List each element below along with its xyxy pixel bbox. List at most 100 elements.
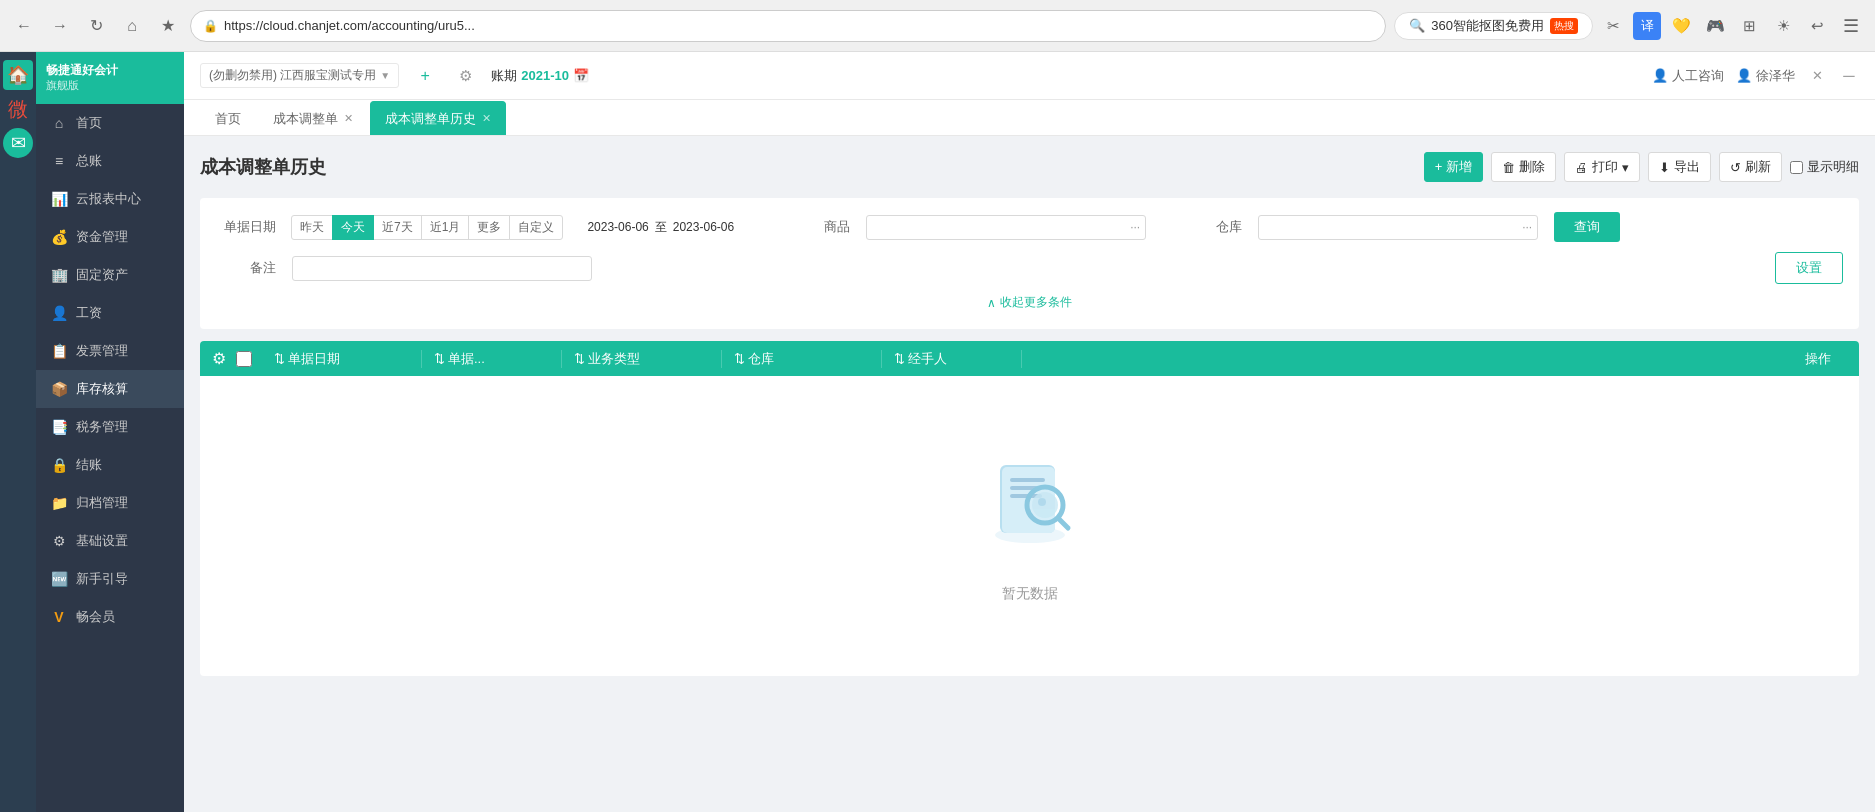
game-icon[interactable]: 🎮 <box>1701 12 1729 40</box>
icon-bar-active[interactable]: ✉ <box>3 128 33 158</box>
warehouse-input[interactable] <box>1258 215 1538 240</box>
new-button[interactable]: + 新增 <box>1424 152 1483 182</box>
period-label: 账期 <box>491 67 517 85</box>
th-type[interactable]: ⇅ 业务类型 <box>562 350 722 368</box>
display-cols-label: 显示明细 <box>1807 158 1859 176</box>
settings-gear-icon[interactable]: ⚙ <box>451 62 479 90</box>
goods-input[interactable] <box>866 215 1146 240</box>
reload-button[interactable]: ↻ <box>82 12 110 40</box>
select-all-checkbox[interactable] <box>236 351 252 367</box>
sidebar-item-reports[interactable]: 📊 云报表中心 <box>36 180 184 218</box>
user-service-button[interactable]: 👤 人工咨询 <box>1652 67 1724 85</box>
top-bar: (勿删勿禁用) 江西服宝测试专用 ▼ + ⚙ 账期 2021-10 📅 👤 人工… <box>184 52 1875 100</box>
query-button[interactable]: 查询 <box>1554 212 1620 242</box>
th-ops: 操作 <box>1789 350 1847 368</box>
delete-button[interactable]: 🗑 删除 <box>1491 152 1556 182</box>
home-button[interactable]: ⌂ <box>118 12 146 40</box>
setting-button[interactable]: 设置 <box>1775 252 1843 284</box>
sidebar-item-label-ledger: 总账 <box>76 152 102 170</box>
tab-label-cost-adjust: 成本调整单 <box>273 110 338 128</box>
search-bar[interactable]: 🔍 360智能抠图免费用 热搜 <box>1394 12 1593 40</box>
page-content: 成本调整单历史 + 新增 🗑 删除 🖨 打印 ▾ ⬇ 导出 <box>184 136 1875 812</box>
collapse-btn[interactable]: ∧ 收起更多条件 <box>987 294 1072 311</box>
tab-close-cost-adjust[interactable]: ✕ <box>344 112 353 125</box>
date-btn-custom[interactable]: 自定义 <box>509 215 563 240</box>
remark-filter-label: 备注 <box>216 259 276 277</box>
th-number[interactable]: ⇅ 单据... <box>422 350 562 368</box>
sort-icon-number: ⇅ <box>434 351 445 366</box>
logo-sub: 旗舰版 <box>46 78 79 93</box>
tab-home[interactable]: 首页 <box>200 101 256 135</box>
back-button[interactable]: ← <box>10 12 38 40</box>
th-number-label: 单据... <box>448 350 485 368</box>
svg-point-7 <box>1032 492 1058 518</box>
tab-cost-adjust-history[interactable]: 成本调整单历史 ✕ <box>370 101 506 135</box>
th-warehouse[interactable]: ⇅ 仓库 <box>722 350 882 368</box>
tab-label-cost-adjust-history: 成本调整单历史 <box>385 110 476 128</box>
sidebar-item-settings[interactable]: ⚙ 基础设置 <box>36 522 184 560</box>
sidebar-item-tax[interactable]: 📑 税务管理 <box>36 408 184 446</box>
grid-icon[interactable]: ⊞ <box>1735 12 1763 40</box>
tab-close-cost-adjust-history[interactable]: ✕ <box>482 112 491 125</box>
sidebar-item-label-fixed-assets: 固定资产 <box>76 266 128 284</box>
icon-bar-weibo[interactable]: 微 <box>3 94 33 124</box>
date-btn-more[interactable]: 更多 <box>468 215 510 240</box>
refresh-button[interactable]: ↺ 刷新 <box>1719 152 1782 182</box>
home-icon: ⌂ <box>50 115 68 131</box>
date-range-start: 2023-06-06 <box>587 220 648 234</box>
table-settings-icon[interactable]: ⚙ <box>212 349 226 368</box>
goods-select-wrap[interactable] <box>866 215 1146 240</box>
scissors-icon[interactable]: ✂ <box>1599 12 1627 40</box>
sidebar-item-invoice[interactable]: 📋 发票管理 <box>36 332 184 370</box>
url-bar[interactable]: 🔒 https://cloud.chanjet.com/accounting/u… <box>190 10 1386 42</box>
date-btn-yesterday[interactable]: 昨天 <box>291 215 333 240</box>
print-button[interactable]: 🖨 打印 ▾ <box>1564 152 1640 182</box>
calendar-icon[interactable]: 📅 <box>573 68 589 83</box>
sidebar-item-funds[interactable]: 💰 资金管理 <box>36 218 184 256</box>
wallet-icon[interactable]: 💛 <box>1667 12 1695 40</box>
bookmark-button[interactable]: ★ <box>154 12 182 40</box>
forward-button[interactable]: → <box>46 12 74 40</box>
export-button[interactable]: ⬇ 导出 <box>1648 152 1711 182</box>
sidebar-item-fixed-assets[interactable]: 🏢 固定资产 <box>36 256 184 294</box>
window-close-button[interactable]: ✕ <box>1807 66 1827 86</box>
translate-icon[interactable]: 译 <box>1633 12 1661 40</box>
sidebar-item-inventory[interactable]: 📦 库存核算 <box>36 370 184 408</box>
top-bar-left: (勿删勿禁用) 江西服宝测试专用 ▼ + ⚙ 账期 2021-10 📅 <box>200 62 589 90</box>
date-btn-today[interactable]: 今天 <box>332 215 374 240</box>
th-type-label: 业务类型 <box>588 350 640 368</box>
sidebar-item-home[interactable]: ⌂ 首页 <box>36 104 184 142</box>
brightness-icon[interactable]: ☀ <box>1769 12 1797 40</box>
print-icon: 🖨 <box>1575 160 1588 175</box>
warehouse-select-wrap[interactable] <box>1258 215 1538 240</box>
logo-title: 畅捷通好会计 <box>46 63 118 79</box>
payroll-icon: 👤 <box>50 305 68 321</box>
th-date[interactable]: ⇅ 单据日期 <box>262 350 422 368</box>
date-btn-7days[interactable]: 近7天 <box>373 215 422 240</box>
menu-icon[interactable]: ☰ <box>1837 12 1865 40</box>
user-profile-button[interactable]: 👤 徐泽华 <box>1736 67 1795 85</box>
add-account-button[interactable]: + <box>411 62 439 90</box>
sidebar-item-archive[interactable]: 📁 归档管理 <box>36 484 184 522</box>
display-cols-checkbox-wrap[interactable]: 显示明细 <box>1790 158 1859 176</box>
date-btn-1month[interactable]: 近1月 <box>421 215 470 240</box>
sidebar-item-guide[interactable]: 🆕 新手引导 <box>36 560 184 598</box>
sidebar-item-payroll[interactable]: 👤 工资 <box>36 294 184 332</box>
tab-cost-adjust[interactable]: 成本调整单 ✕ <box>258 101 368 135</box>
sidebar-item-label-member: 畅会员 <box>76 608 115 626</box>
filter-row-date: 单据日期 昨天 今天 近7天 近1月 更多 自定义 2023-06-06 至 2… <box>216 212 1843 242</box>
sidebar-item-label-settings: 基础设置 <box>76 532 128 550</box>
display-cols-checkbox[interactable] <box>1790 161 1803 174</box>
remark-input[interactable] <box>292 256 592 281</box>
th-handler[interactable]: ⇅ 经手人 <box>882 350 1022 368</box>
sidebar-item-ledger[interactable]: ≡ 总账 <box>36 142 184 180</box>
account-selector[interactable]: (勿删勿禁用) 江西服宝测试专用 ▼ <box>200 63 399 88</box>
icon-bar-notification[interactable]: 🏠 <box>3 60 33 90</box>
sidebar-item-member[interactable]: V 畅会员 <box>36 598 184 636</box>
undo-icon[interactable]: ↩ <box>1803 12 1831 40</box>
window-minimize-button[interactable]: ─ <box>1839 66 1859 86</box>
print-chevron-icon: ▾ <box>1622 160 1629 175</box>
top-bar-right: 👤 人工咨询 👤 徐泽华 ✕ ─ <box>1652 66 1859 86</box>
filter-section: 单据日期 昨天 今天 近7天 近1月 更多 自定义 2023-06-06 至 2… <box>200 198 1859 329</box>
sidebar-item-closing[interactable]: 🔒 结账 <box>36 446 184 484</box>
